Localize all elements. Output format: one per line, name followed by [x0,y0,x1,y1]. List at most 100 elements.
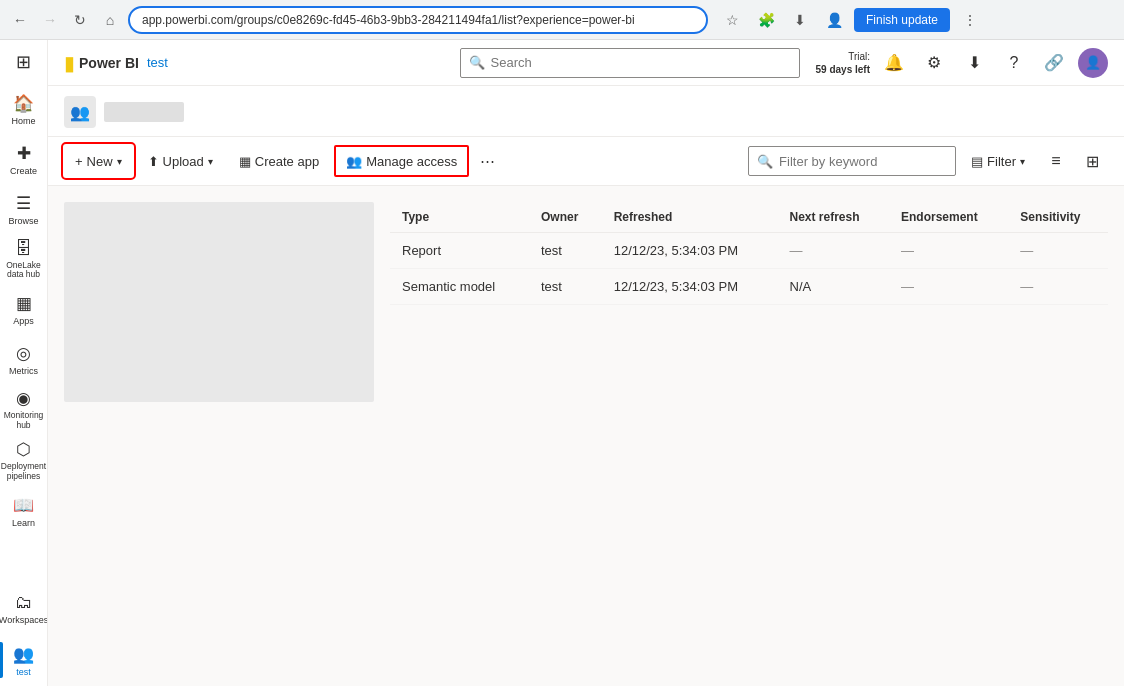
sidebar-item-label: Metrics [9,366,38,376]
sidebar-item-apps[interactable]: ▦ Apps [0,284,48,334]
toolbar: + New ▾ ⬆ Upload ▾ ▦ Create app 👥 Manage… [48,137,1124,186]
col-next-refresh: Next refresh [778,202,889,233]
sidebar-item-monitoring[interactable]: ◉ Monitoring hub [0,384,48,434]
sidebar-item-label: OneLake data hub [2,261,46,280]
power-bi-text: Power BI [79,55,139,71]
main-content: 👥 + New ▾ ⬆ Upload ▾ ▦ Create [48,86,1124,686]
col-owner: Owner [529,202,602,233]
create-icon: ✚ [17,143,31,164]
col-endorsement: Endorsement [889,202,1008,233]
filter-label: Filter [987,154,1016,169]
profile-icon[interactable]: 👤 [820,6,848,34]
filter-icon: ▤ [971,154,983,169]
workspace-icon: 👥 [64,96,96,128]
browser-right-icons: ☆ 🧩 ⬇ 👤 Finish update ⋮ [718,6,984,34]
back-button[interactable]: ← [8,8,32,32]
row1-endorsement: — [889,233,1008,269]
forward-button[interactable]: → [38,8,62,32]
onelake-icon: 🗄 [15,239,32,259]
col-sensitivity: Sensitivity [1008,202,1108,233]
row1-owner: test [529,233,602,269]
trial-info: Trial: 59 days left [816,50,870,76]
row1-next-refresh: — [778,233,889,269]
upload-chevron-icon: ▾ [208,156,213,167]
trial-days: 59 days left [816,63,870,76]
extensions-icon[interactable]: 🧩 [752,6,780,34]
grid-view-toggle[interactable]: ⊞ [1076,145,1108,177]
sidebar-item-learn[interactable]: 📖 Learn [0,486,48,536]
sidebar-item-label: Home [11,116,35,126]
row1-sensitivity: — [1008,233,1108,269]
bookmark-icon[interactable]: ☆ [718,6,746,34]
sidebar-item-label: Workspaces [0,615,48,625]
sidebar-item-deployment[interactable]: ⬡ Deployment pipelines [0,434,48,486]
sidebar-item-label: Browse [8,216,38,226]
sidebar-item-metrics[interactable]: ◎ Metrics [0,334,48,384]
workspace-header: 👥 [48,86,1124,137]
power-bi-logo-icon: ▮ [64,51,75,75]
avatar[interactable]: 👤 [1078,48,1108,78]
more-options-button[interactable]: ⋯ [473,145,502,177]
workspace-title-row: 👥 [64,96,1108,128]
col-refreshed: Refreshed [602,202,778,233]
sidebar-item-apps-grid[interactable]: ⊞ [0,40,48,84]
sidebar-item-label: Apps [13,316,34,326]
finish-update-button[interactable]: Finish update [854,8,950,32]
row2-refreshed: 12/12/23, 5:34:03 PM [602,269,778,305]
settings-button[interactable]: ⚙ [918,47,950,79]
sidebar-item-workspaces[interactable]: 🗂 Workspaces [0,584,48,634]
filter-keyword-input[interactable] [779,154,947,169]
create-app-button[interactable]: ▦ Create app [228,145,330,177]
table-header-row: Type Owner Refreshed Next refresh Endors… [390,202,1108,233]
search-input[interactable] [491,55,791,70]
home-icon: 🏠 [13,93,34,114]
new-label: New [87,154,113,169]
download-icon[interactable]: ⬇ [786,6,814,34]
row2-endorsement: — [889,269,1008,305]
browser-chrome: ← → ↻ ⌂ app.powerbi.com/groups/c0e8269c-… [0,0,1124,40]
chrome-menu-icon[interactable]: ⋮ [956,6,984,34]
home-browser-button[interactable]: ⌂ [98,8,122,32]
manage-access-icon: 👥 [346,154,362,169]
col-type: Type [390,202,529,233]
row2-type: Semantic model [390,269,529,305]
sidebar-item-home[interactable]: 🏠 Home [0,84,48,134]
notifications-button[interactable]: 🔔 [878,47,910,79]
apps-grid-icon: ⊞ [16,51,31,73]
sidebar-item-create[interactable]: ✚ Create [0,134,48,184]
download-button[interactable]: ⬇ [958,47,990,79]
apps-icon: ▦ [16,293,32,314]
preview-pane [64,202,374,402]
sidebar: ⊞ 🏠 Home ✚ Create ☰ Browse 🗄 OneLake dat… [0,40,48,686]
sidebar-item-onelake[interactable]: 🗄 OneLake data hub [0,234,48,284]
filter-keyword-box[interactable]: 🔍 [748,146,956,176]
workspace-link[interactable]: test [147,55,168,70]
trial-label: Trial: [816,50,870,63]
manage-access-button[interactable]: 👥 Manage access [334,145,469,177]
manage-access-label: Manage access [366,154,457,169]
workspace-name-placeholder [104,102,184,122]
new-button[interactable]: + New ▾ [64,145,133,177]
table-area: Type Owner Refreshed Next refresh Endors… [390,202,1108,670]
power-bi-logo: ▮ Power BI [64,51,139,75]
table-row[interactable]: Semantic model test 12/12/23, 5:34:03 PM… [390,269,1108,305]
search-box[interactable]: 🔍 [460,48,800,78]
table-row[interactable]: Report test 12/12/23, 5:34:03 PM — — — [390,233,1108,269]
share-button[interactable]: 🔗 [1038,47,1070,79]
filter-button[interactable]: ▤ Filter ▾ [960,145,1036,177]
address-bar[interactable]: app.powerbi.com/groups/c0e8269c-fd45-46b… [128,6,708,34]
sidebar-item-test-workspace[interactable]: 👥 test [0,634,48,686]
upload-button[interactable]: ⬆ Upload ▾ [137,145,224,177]
list-view-toggle[interactable]: ≡ [1040,145,1072,177]
monitoring-icon: ◉ [16,388,31,409]
help-button[interactable]: ? [998,47,1030,79]
content-table: Type Owner Refreshed Next refresh Endors… [390,202,1108,305]
upload-icon: ⬆ [148,154,159,169]
create-app-label: Create app [255,154,319,169]
sidebar-item-label: Deployment pipelines [1,462,46,481]
refresh-button[interactable]: ↻ [68,8,92,32]
row2-owner: test [529,269,602,305]
sidebar-item-label: Learn [12,518,35,528]
sidebar-item-browse[interactable]: ☰ Browse [0,184,48,234]
app-layout: ⊞ 🏠 Home ✚ Create ☰ Browse 🗄 OneLake dat… [0,40,1124,686]
